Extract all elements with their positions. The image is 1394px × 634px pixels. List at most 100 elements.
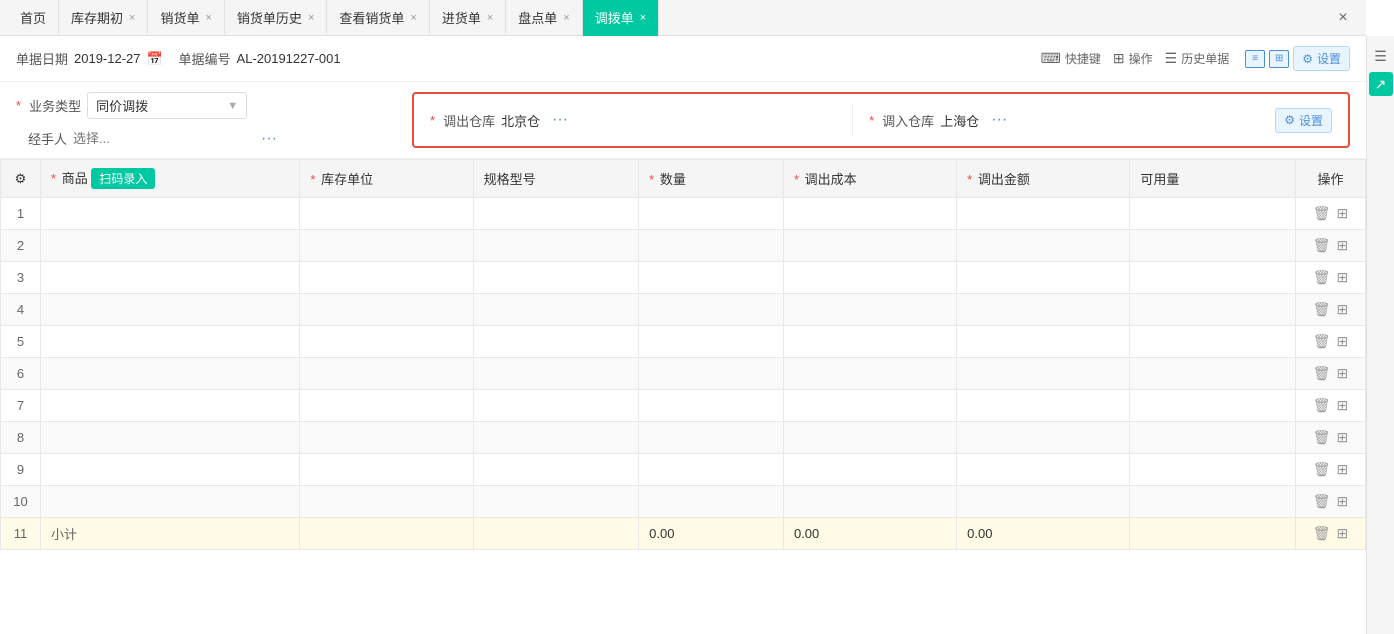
product-cell-7[interactable]	[41, 390, 300, 422]
product-cell-6[interactable]	[41, 358, 300, 390]
qty-cell-7[interactable]	[639, 390, 784, 422]
avail-cell-3[interactable]	[1130, 262, 1296, 294]
delete-row-icon-11[interactable]: 🗑	[1313, 525, 1331, 542]
qty-cell-1[interactable]	[639, 198, 784, 230]
delete-row-icon-10[interactable]: 🗑	[1313, 493, 1331, 510]
avail-cell-7[interactable]	[1130, 390, 1296, 422]
qty-cell-5[interactable]	[639, 326, 784, 358]
amount-cell-1[interactable]	[957, 198, 1130, 230]
copy-row-icon-1[interactable]: ⊞	[1337, 205, 1349, 222]
delete-row-icon-2[interactable]: 🗑	[1313, 237, 1331, 254]
amount-cell-9[interactable]	[957, 454, 1130, 486]
view-toggle-grid[interactable]: ⊞	[1269, 50, 1289, 68]
qty-cell-3[interactable]	[639, 262, 784, 294]
copy-row-icon-2[interactable]: ⊞	[1337, 237, 1349, 254]
unit-cell-2[interactable]	[300, 230, 473, 262]
cost-cell-4[interactable]	[783, 294, 956, 326]
delete-row-icon-9[interactable]: 🗑	[1313, 461, 1331, 478]
unit-cell-3[interactable]	[300, 262, 473, 294]
unit-cell-10[interactable]	[300, 486, 473, 518]
in-warehouse-value[interactable]: 上海仓	[940, 111, 979, 130]
product-cell-3[interactable]	[41, 262, 300, 294]
spec-cell-1[interactable]	[473, 198, 639, 230]
tab-view-sales[interactable]: 查看销货单 ×	[327, 0, 429, 36]
unit-cell-6[interactable]	[300, 358, 473, 390]
unit-cell-9[interactable]	[300, 454, 473, 486]
tab-sales-order[interactable]: 销货单 ×	[148, 0, 224, 36]
avail-cell-8[interactable]	[1130, 422, 1296, 454]
product-cell-10[interactable]	[41, 486, 300, 518]
qty-cell-9[interactable]	[639, 454, 784, 486]
product-cell-5[interactable]	[41, 326, 300, 358]
tab-close-inventory-check[interactable]: ×	[563, 12, 569, 24]
copy-row-icon-10[interactable]: ⊞	[1337, 493, 1349, 510]
product-cell-9[interactable]	[41, 454, 300, 486]
copy-row-icon-11[interactable]: ⊞	[1337, 525, 1349, 542]
history-btn[interactable]: ☰ 历史单据	[1165, 50, 1230, 67]
spec-cell-7[interactable]	[473, 390, 639, 422]
amount-cell-10[interactable]	[957, 486, 1130, 518]
copy-row-icon-6[interactable]: ⊞	[1337, 365, 1349, 382]
unit-cell-1[interactable]	[300, 198, 473, 230]
product-cell-1[interactable]	[41, 198, 300, 230]
person-input[interactable]	[73, 131, 249, 146]
sidebar-list-icon[interactable]: ☰	[1369, 44, 1393, 68]
qty-cell-4[interactable]	[639, 294, 784, 326]
shortcut-btn[interactable]: ⌨ 快捷键	[1041, 50, 1101, 67]
tab-close-view-sales[interactable]: ×	[410, 12, 416, 24]
copy-row-icon-7[interactable]: ⊞	[1337, 397, 1349, 414]
view-toggle-list[interactable]: ≡	[1245, 50, 1265, 68]
delete-row-icon-5[interactable]: 🗑	[1313, 333, 1331, 350]
out-warehouse-value[interactable]: 北京仓	[501, 111, 540, 130]
tab-purchase[interactable]: 进货单 ×	[430, 0, 506, 36]
qty-cell-6[interactable]	[639, 358, 784, 390]
tab-inventory-check[interactable]: 盘点单 ×	[506, 0, 582, 36]
copy-row-icon-5[interactable]: ⊞	[1337, 333, 1349, 350]
avail-cell-6[interactable]	[1130, 358, 1296, 390]
amount-cell-4[interactable]	[957, 294, 1130, 326]
amount-cell-7[interactable]	[957, 390, 1130, 422]
copy-row-icon-4[interactable]: ⊞	[1337, 301, 1349, 318]
product-cell-8[interactable]	[41, 422, 300, 454]
spec-cell-9[interactable]	[473, 454, 639, 486]
avail-cell-5[interactable]	[1130, 326, 1296, 358]
cost-cell-5[interactable]	[783, 326, 956, 358]
spec-cell-10[interactable]	[473, 486, 639, 518]
sidebar-export-icon[interactable]: ↗	[1369, 72, 1393, 96]
tab-home[interactable]: 首页	[8, 0, 59, 36]
amount-cell-3[interactable]	[957, 262, 1130, 294]
person-more-btn[interactable]: ···	[261, 130, 277, 148]
delete-row-icon-4[interactable]: 🗑	[1313, 301, 1331, 318]
cost-cell-3[interactable]	[783, 262, 956, 294]
avail-cell-10[interactable]	[1130, 486, 1296, 518]
cost-cell-8[interactable]	[783, 422, 956, 454]
qty-cell-2[interactable]	[639, 230, 784, 262]
tab-close-sales-order[interactable]: ×	[205, 12, 211, 24]
avail-cell-2[interactable]	[1130, 230, 1296, 262]
product-cell-4[interactable]	[41, 294, 300, 326]
warehouse-settings-btn[interactable]: ⚙ 设置	[1275, 108, 1332, 133]
unit-cell-8[interactable]	[300, 422, 473, 454]
operation-btn[interactable]: ⊞ 操作	[1113, 50, 1153, 67]
unit-cell-4[interactable]	[300, 294, 473, 326]
avail-cell-9[interactable]	[1130, 454, 1296, 486]
spec-cell-8[interactable]	[473, 422, 639, 454]
tab-close-transfer[interactable]: ×	[640, 12, 646, 24]
spec-cell-6[interactable]	[473, 358, 639, 390]
delete-row-icon-3[interactable]: 🗑	[1313, 269, 1331, 286]
tab-inventory-init[interactable]: 库存期初 ×	[59, 0, 148, 36]
window-close-button[interactable]: ×	[1328, 3, 1358, 33]
tab-close-purchase[interactable]: ×	[487, 12, 493, 24]
cost-cell-7[interactable]	[783, 390, 956, 422]
spec-cell-4[interactable]	[473, 294, 639, 326]
gear-column-header[interactable]: ⚙	[1, 160, 41, 198]
tab-transfer[interactable]: 调拨单 ×	[583, 0, 659, 36]
cost-cell-10[interactable]	[783, 486, 956, 518]
delete-row-icon-7[interactable]: 🗑	[1313, 397, 1331, 414]
copy-row-icon-8[interactable]: ⊞	[1337, 429, 1349, 446]
unit-cell-5[interactable]	[300, 326, 473, 358]
tab-sales-history[interactable]: 销货单历史 ×	[225, 0, 327, 36]
business-type-select[interactable]: 同价调拨 ▼	[87, 92, 247, 119]
in-warehouse-more-btn[interactable]: ···	[991, 111, 1007, 129]
delete-row-icon-6[interactable]: 🗑	[1313, 365, 1331, 382]
